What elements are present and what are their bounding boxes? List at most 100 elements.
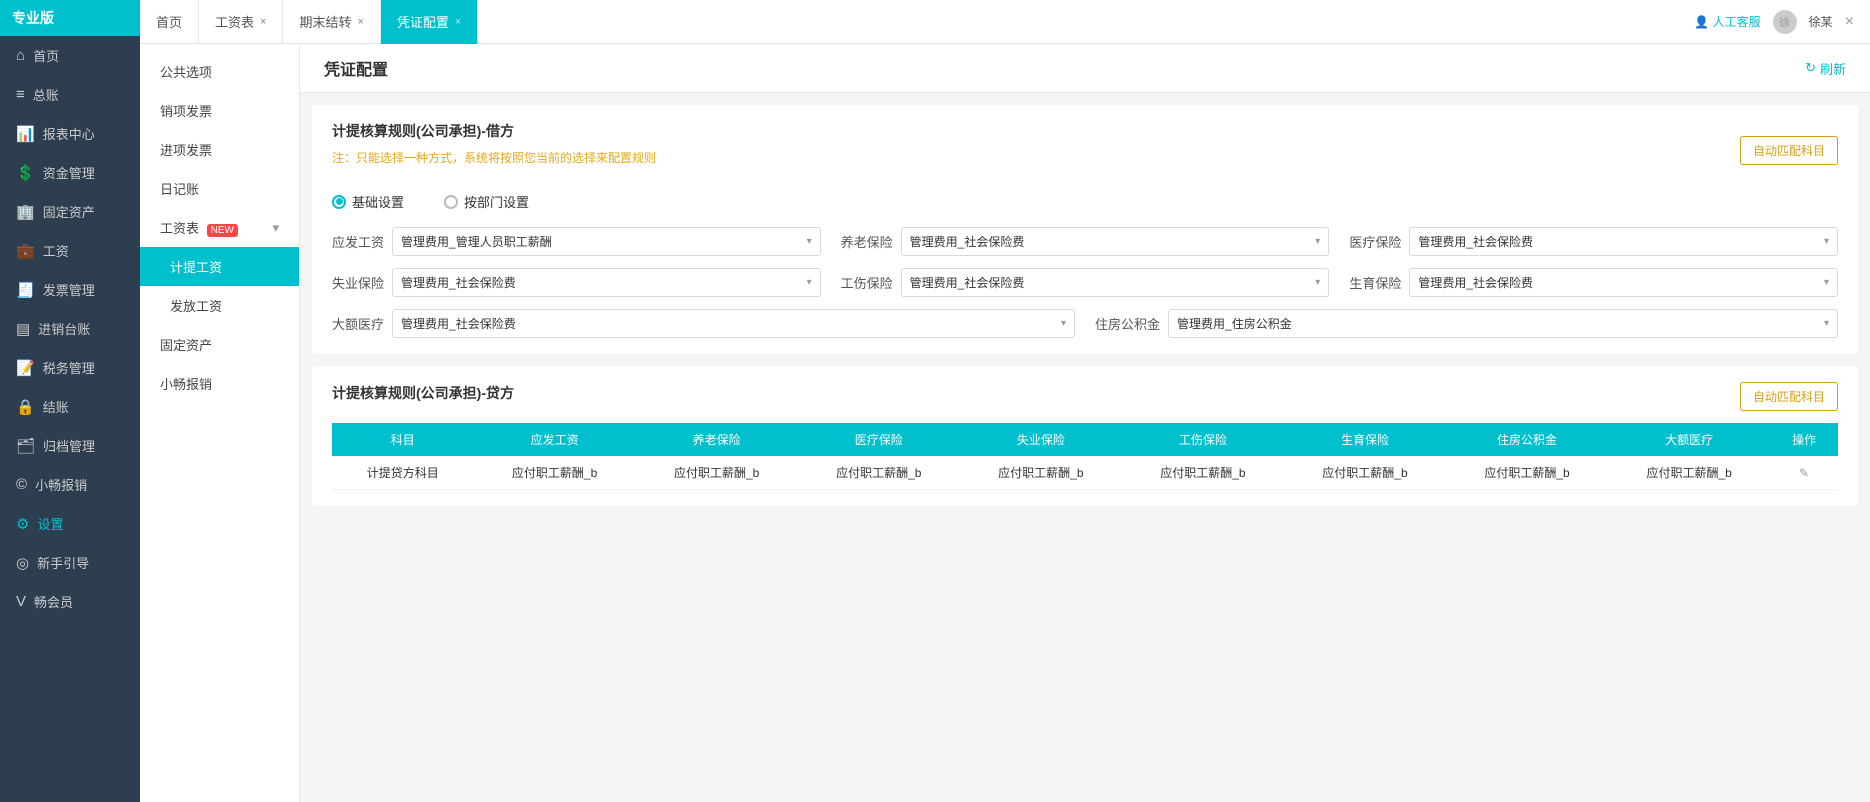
tab-period-close-label: 期末结转 <box>299 12 351 31</box>
refresh-button[interactable]: ↻ 刷新 <box>1805 59 1846 78</box>
debit-notice: 注：只能选择一种方式，系统将按照您当前的选择来配置规则 <box>332 149 656 166</box>
label-pension: 养老保险 <box>841 232 893 251</box>
radio-basic[interactable]: 基础设置 <box>332 192 404 211</box>
select-housing-fund[interactable]: 管理费用_住房公积金 ▾ <box>1168 309 1838 338</box>
field-unemployment: 失业保险 管理费用_社会保险费 ▾ <box>332 268 821 297</box>
left-nav-calc-salary[interactable]: 计提工资 <box>140 247 299 286</box>
select-injury-value: 管理费用_社会保险费 <box>910 274 1025 291</box>
sidebar-item-label: 畅会员 <box>34 592 73 611</box>
sidebar-item-home[interactable]: ⌂ 首页 <box>0 36 140 75</box>
sidebar-item-label: 首页 <box>33 46 59 65</box>
tab-home[interactable]: 首页 <box>140 0 199 44</box>
col-injury: 工伤保险 <box>1122 423 1284 456</box>
radio-dept-circle <box>444 195 458 209</box>
left-nav-purchase-invoice[interactable]: 进项发票 <box>140 130 299 169</box>
label-major-medical: 大额医疗 <box>332 314 384 333</box>
sidebar-item-label: 税务管理 <box>43 358 95 377</box>
vip-icon: V <box>16 593 26 610</box>
label-injury: 工伤保险 <box>841 273 893 292</box>
col-pension: 养老保险 <box>636 423 798 456</box>
select-housing-fund-value: 管理费用_住房公积金 <box>1177 315 1292 332</box>
cell-major-medical: 应付职工薪酬_b <box>1608 456 1770 490</box>
select-unemployment[interactable]: 管理费用_社会保险费 ▾ <box>392 268 821 297</box>
left-nav-sales-invoice[interactable]: 销项发票 <box>140 91 299 130</box>
select-medical[interactable]: 管理费用_社会保险费 ▾ <box>1409 227 1838 256</box>
sidebar-item-tax[interactable]: 📝 税务管理 <box>0 348 140 387</box>
topbar: 首页 工资表 × 期末结转 × 凭证配置 × 👤 人工客服 徐 徐某 × <box>140 0 1870 44</box>
user-service-label[interactable]: 👤 人工客服 <box>1694 13 1760 30</box>
col-unemployment: 失业保险 <box>960 423 1122 456</box>
user-avatar: 徐 <box>1773 10 1797 34</box>
sidebar-item-xiaochang[interactable]: © 小畅报销 <box>0 465 140 504</box>
sidebar-item-vip[interactable]: V 畅会员 <box>0 582 140 621</box>
sidebar-item-settings[interactable]: ⚙ 设置 <box>0 504 140 543</box>
radio-basic-circle <box>332 195 346 209</box>
credit-table-head: 科目 应发工资 养老保险 医疗保险 失业保险 工伤保险 生育保险 住房公积金 大… <box>332 423 1838 456</box>
label-salary: 应发工资 <box>332 232 384 251</box>
edit-icon[interactable]: ✎ <box>1799 466 1809 480</box>
field-salary: 应发工资 管理费用_管理人员职工薪酬 ▾ <box>332 227 821 256</box>
tab-voucher-config-close[interactable]: × <box>455 16 461 28</box>
label-unemployment: 失业保险 <box>332 273 384 292</box>
field-major-medical: 大额医疗 管理费用_社会保险费 ▾ <box>332 309 1075 338</box>
left-nav-journal[interactable]: 日记账 <box>140 169 299 208</box>
label-housing-fund: 住房公积金 <box>1095 314 1160 333</box>
sidebar-item-guide[interactable]: ◎ 新手引导 <box>0 543 140 582</box>
right-content: 凭证配置 ↻ 刷新 计提核算规则(公司承担)-借方 注：只能选择一种方式，系统将… <box>300 44 1870 802</box>
field-medical: 医疗保险 管理费用_社会保险费 ▾ <box>1349 227 1838 256</box>
sidebar-item-label: 报表中心 <box>43 124 95 143</box>
sidebar-item-salary[interactable]: 💼 工资 <box>0 231 140 270</box>
radio-dept-label: 按部门设置 <box>464 192 529 211</box>
cell-maternity: 应付职工薪酬_b <box>1284 456 1446 490</box>
sidebar-item-invoice[interactable]: 🧾 发票管理 <box>0 270 140 309</box>
tab-period-close-close[interactable]: × <box>357 16 363 28</box>
tab-period-close[interactable]: 期末结转 × <box>283 0 380 44</box>
sidebar-item-ledger[interactable]: ≡ 总账 <box>0 75 140 114</box>
sidebar-item-funds[interactable]: 💲 资金管理 <box>0 153 140 192</box>
left-nav-pay-salary[interactable]: 发放工资 <box>140 286 299 325</box>
select-salary[interactable]: 管理费用_管理人员职工薪酬 ▾ <box>392 227 821 256</box>
chevron-down-icon: ▾ <box>1315 277 1320 288</box>
tab-salary-table[interactable]: 工资表 × <box>199 0 283 44</box>
left-nav-public[interactable]: 公共选项 <box>140 52 299 91</box>
left-nav-salary-table[interactable]: 工资表 NEW ▾ <box>140 208 299 247</box>
sidebar-item-fixed-assets[interactable]: 🏢 固定资产 <box>0 192 140 231</box>
radio-dept[interactable]: 按部门设置 <box>444 192 529 211</box>
settings-icon: ⚙ <box>16 515 29 533</box>
credit-auto-match-button[interactable]: 自动匹配科目 <box>1740 382 1838 411</box>
sidebar-item-reports[interactable]: 📊 报表中心 <box>0 114 140 153</box>
select-major-medical[interactable]: 管理费用_社会保险费 ▾ <box>392 309 1075 338</box>
chevron-down-icon: ▾ <box>272 220 279 236</box>
select-pension[interactable]: 管理费用_社会保险费 ▾ <box>901 227 1330 256</box>
label-maternity: 生育保险 <box>1349 273 1401 292</box>
cell-action[interactable]: ✎ <box>1770 456 1838 490</box>
select-maternity[interactable]: 管理费用_社会保险费 ▾ <box>1409 268 1838 297</box>
debit-form-row2: 失业保险 管理费用_社会保险费 ▾ 工伤保险 管理费用_社会保险费 ▾ <box>332 268 1838 297</box>
field-injury: 工伤保险 管理费用_社会保险费 ▾ <box>841 268 1330 297</box>
window-close-btn[interactable]: × <box>1845 13 1854 31</box>
cell-medical: 应付职工薪酬_b <box>798 456 960 490</box>
cell-salary: 应付职工薪酬_b <box>474 456 636 490</box>
sidebar-item-label: 总账 <box>33 85 59 104</box>
credit-table-header-row: 科目 应发工资 养老保险 医疗保险 失业保险 工伤保险 生育保险 住房公积金 大… <box>332 423 1838 456</box>
tab-voucher-config[interactable]: 凭证配置 × <box>381 0 478 44</box>
debit-auto-match-button[interactable]: 自动匹配科目 <box>1740 136 1838 165</box>
guide-icon: ◎ <box>16 554 29 572</box>
left-nav-xiaochang-expense[interactable]: 小畅报销 <box>140 364 299 403</box>
col-major-medical: 大额医疗 <box>1608 423 1770 456</box>
radio-basic-label: 基础设置 <box>352 192 404 211</box>
tab-salary-table-close[interactable]: × <box>260 16 266 28</box>
select-unemployment-value: 管理费用_社会保险费 <box>401 274 516 291</box>
new-badge: NEW <box>207 224 238 237</box>
select-medical-value: 管理费用_社会保险费 <box>1418 233 1533 250</box>
sidebar-item-inventory[interactable]: ▤ 进销台账 <box>0 309 140 348</box>
select-injury[interactable]: 管理费用_社会保险费 ▾ <box>901 268 1330 297</box>
left-nav-fixed-assets[interactable]: 固定资产 <box>140 325 299 364</box>
sidebar-item-label: 进销台账 <box>38 319 90 338</box>
sidebar-item-archive[interactable]: 🗂 归档管理 <box>0 426 140 465</box>
select-maternity-value: 管理费用_社会保险费 <box>1418 274 1533 291</box>
select-salary-value: 管理费用_管理人员职工薪酬 <box>401 233 552 250</box>
sidebar-item-label: 小畅报销 <box>35 475 87 494</box>
close-account-icon: 🔒 <box>16 398 35 416</box>
sidebar-item-close[interactable]: 🔒 结账 <box>0 387 140 426</box>
